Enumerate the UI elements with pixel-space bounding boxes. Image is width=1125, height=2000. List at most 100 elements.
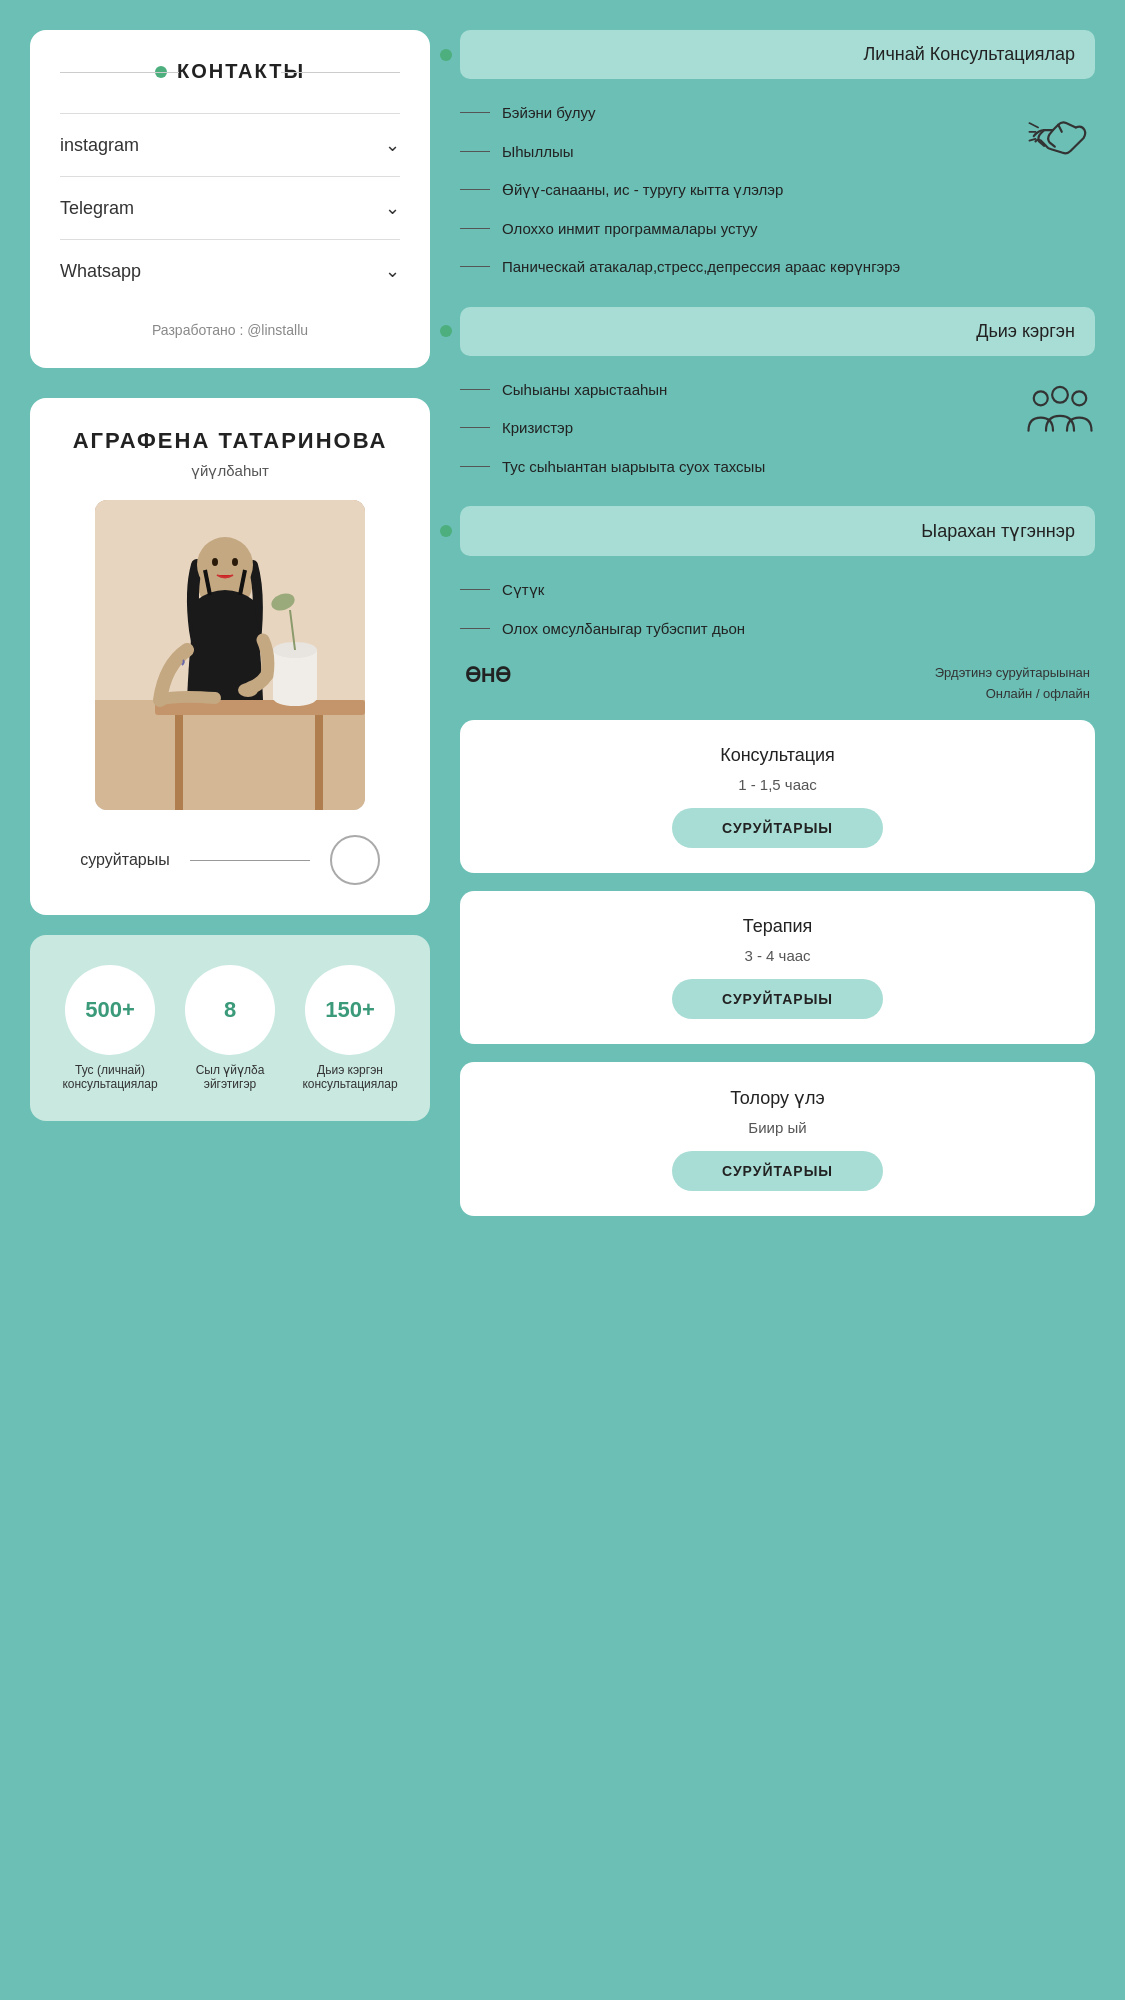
- telegram-chevron-icon: ⌄: [385, 197, 400, 219]
- yarahan-header: Ыарахан түгэннэр: [460, 506, 1095, 556]
- consult-circle: [330, 835, 380, 885]
- contacts-dot: [155, 66, 167, 78]
- yarahan-dot: [440, 525, 452, 537]
- profile-name: АГРАФЕНА ТАТАРИНОВА: [73, 428, 388, 454]
- diez-text-2: Тус сыhыантан ыарыыта суох тахсыы: [502, 456, 765, 479]
- line-icon-4: [460, 266, 490, 267]
- profile-consult-label: суруйтарыы: [80, 851, 169, 869]
- svg-point-17: [1034, 391, 1048, 405]
- instagram-chevron-icon: ⌄: [385, 134, 400, 156]
- svg-point-11: [197, 537, 253, 593]
- diez-line-2: [460, 466, 490, 467]
- diez-line-0: [460, 389, 490, 390]
- stat-value-1: 8: [185, 965, 275, 1055]
- pricing-btn-0[interactable]: СУРУЙТАРЫЫ: [672, 808, 883, 848]
- svg-point-14: [238, 683, 258, 697]
- pricing-title-0: Консультация: [720, 745, 835, 766]
- developed-by: Разработано : @linstallu: [60, 302, 400, 348]
- lichnay-text-3: Олоххо инмит программалары устуу: [502, 218, 758, 241]
- stat-value-0: 500+: [65, 965, 155, 1055]
- stat-label-0: Тус (личнай) консультациялар: [60, 1063, 160, 1091]
- stat-value-2: 150+: [305, 965, 395, 1055]
- lichnay-text-0: Бэйэни булуу: [502, 102, 596, 125]
- lichnay-item-3: Олоххо инмит программалары устуу: [460, 210, 1010, 249]
- profile-card: АГРАФЕНА ТАТАРИНОВА үйүлδаhыт: [30, 398, 430, 915]
- yarahan-line-1: [460, 628, 490, 629]
- lichnay-item-4: Паническай атакалар,стресс,депрессия ара…: [460, 248, 1010, 287]
- stat-label-1: Сыл үйүлδа эйгэтигэр: [180, 1063, 280, 1091]
- yarahan-item-1: Олох омсулδаныгар тубэспит дьон: [460, 610, 1095, 649]
- ono-info: Эрдэтинэ суруйтарыынан Онлайн / офлайн: [935, 663, 1090, 705]
- whatsapp-item[interactable]: Whatsapp ⌄: [60, 239, 400, 302]
- contacts-header: КОНТАКТЫ: [60, 60, 400, 83]
- line-icon-1: [460, 151, 490, 152]
- yarahan-text-1: Олох омсулδаныгар тубэспит дьон: [502, 618, 745, 641]
- people-icon-area: [1025, 381, 1095, 445]
- stat-label-2: Дьиэ кэргэн консультациялар: [300, 1063, 400, 1091]
- lichnay-title: Личнай Консультациялар: [864, 44, 1075, 65]
- pricing-card-2: Толору үлэ Биир ый СУРУЙТАРЫЫ: [460, 1062, 1095, 1216]
- pricing-card-0: Консультация 1 - 1,5 чаас СУРУЙТАРЫЫ: [460, 720, 1095, 873]
- pricing-card-1: Терапия 3 - 4 чаас СУРУЙТАРЫЫ: [460, 891, 1095, 1044]
- consult-line: [190, 860, 310, 861]
- pricing-duration-2: Биир ый: [748, 1119, 806, 1136]
- profile-consult-row: суруйтарыы: [80, 835, 379, 885]
- lichnay-item-2: Өйүү-санааны, ис - туругу кытта үлэлэр: [460, 171, 1010, 210]
- pricing-duration-0: 1 - 1,5 чаас: [738, 776, 817, 793]
- pricing-title-1: Терапия: [743, 916, 813, 937]
- telegram-item[interactable]: Telegram ⌄: [60, 176, 400, 239]
- diez-section: Дьиэ кэргэн Сыhыаны харыстааhын Кризистэ…: [460, 307, 1095, 487]
- stats-card: 500+ Тус (личнай) консультациялар 8 Сыл …: [30, 935, 430, 1121]
- diez-title: Дьиэ кэргэн: [976, 321, 1075, 342]
- people-icon: [1025, 381, 1095, 441]
- svg-point-19: [1072, 391, 1086, 405]
- yarahan-line-0: [460, 589, 490, 590]
- diez-dot: [440, 325, 452, 337]
- lichnay-dot: [440, 49, 452, 61]
- diez-item-0: Сыhыаны харыстааhын: [460, 371, 1010, 410]
- profile-photo: [95, 500, 365, 810]
- pricing-btn-1[interactable]: СУРУЙТАРЫЫ: [672, 979, 883, 1019]
- diez-text-0: Сыhыаны харыстааhын: [502, 379, 667, 402]
- line-icon-3: [460, 228, 490, 229]
- diez-text-1: Кризистэр: [502, 417, 573, 440]
- lichnay-text-4: Паническай атакалар,стресс,депрессия ара…: [502, 256, 900, 279]
- pricing-title-2: Толору үлэ: [730, 1087, 824, 1109]
- svg-rect-3: [175, 715, 183, 810]
- yarahan-section: Ыарахан түгэннэр Сүтүк Олох омсулδаныгар…: [460, 506, 1095, 648]
- svg-point-12: [212, 558, 218, 566]
- telegram-label: Telegram: [60, 198, 134, 219]
- pricing-btn-2[interactable]: СУРУЙТАРЫЫ: [672, 1151, 883, 1191]
- pricing-duration-1: 3 - 4 чаас: [744, 947, 810, 964]
- stat-item-consultations: 500+ Тус (личнай) консультациялар: [60, 965, 160, 1091]
- handshake-icon-area: [1025, 104, 1095, 168]
- yarahan-item-0: Сүтүк: [460, 571, 1095, 610]
- svg-rect-4: [315, 715, 323, 810]
- diez-header: Дьиэ кэргэн: [460, 307, 1095, 356]
- diez-item-1: Кризистэр: [460, 409, 1010, 448]
- lichnay-text-1: Ыhыллыы: [502, 141, 573, 164]
- right-column: Личнай Консультациялар Бэйэни булуу Ыhыл…: [450, 0, 1125, 2000]
- stat-item-family: 150+ Дьиэ кэргэн консультациялар: [300, 965, 400, 1091]
- diez-item-2: Тус сыhыантан ыарыыта суох тахсыы: [460, 448, 1010, 487]
- contacts-card: КОНТАКТЫ instagram ⌄ Telegram ⌄ Whatsapp…: [30, 30, 430, 368]
- whatsapp-label: Whatsapp: [60, 261, 141, 282]
- profile-subtitle: үйүлδаhыт: [191, 462, 269, 480]
- lichnay-item-1: Ыhыллыы: [460, 133, 1010, 172]
- ono-label: ӨНӨ: [465, 663, 511, 687]
- contacts-title: КОНТАКТЫ: [177, 60, 305, 83]
- diez-line-1: [460, 427, 490, 428]
- lichnay-section: Личнай Консультациялар Бэйэни булуу Ыhыл…: [460, 30, 1095, 287]
- yarahan-title: Ыарахан түгэннэр: [921, 520, 1075, 542]
- line-icon-2: [460, 189, 490, 190]
- lichnay-text-2: Өйүү-санааны, ис - туругу кытта үлэлэр: [502, 179, 783, 202]
- instagram-label: instagram: [60, 135, 139, 156]
- whatsapp-chevron-icon: ⌄: [385, 260, 400, 282]
- svg-point-13: [232, 558, 238, 566]
- instagram-item[interactable]: instagram ⌄: [60, 113, 400, 176]
- stat-item-years: 8 Сыл үйүлδа эйгэтигэр: [180, 965, 280, 1091]
- line-icon-0: [460, 112, 490, 113]
- lichnay-item-0: Бэйэни булуу: [460, 94, 1010, 133]
- yarahan-text-0: Сүтүк: [502, 579, 544, 602]
- left-column: КОНТАКТЫ instagram ⌄ Telegram ⌄ Whatsapp…: [0, 0, 450, 2000]
